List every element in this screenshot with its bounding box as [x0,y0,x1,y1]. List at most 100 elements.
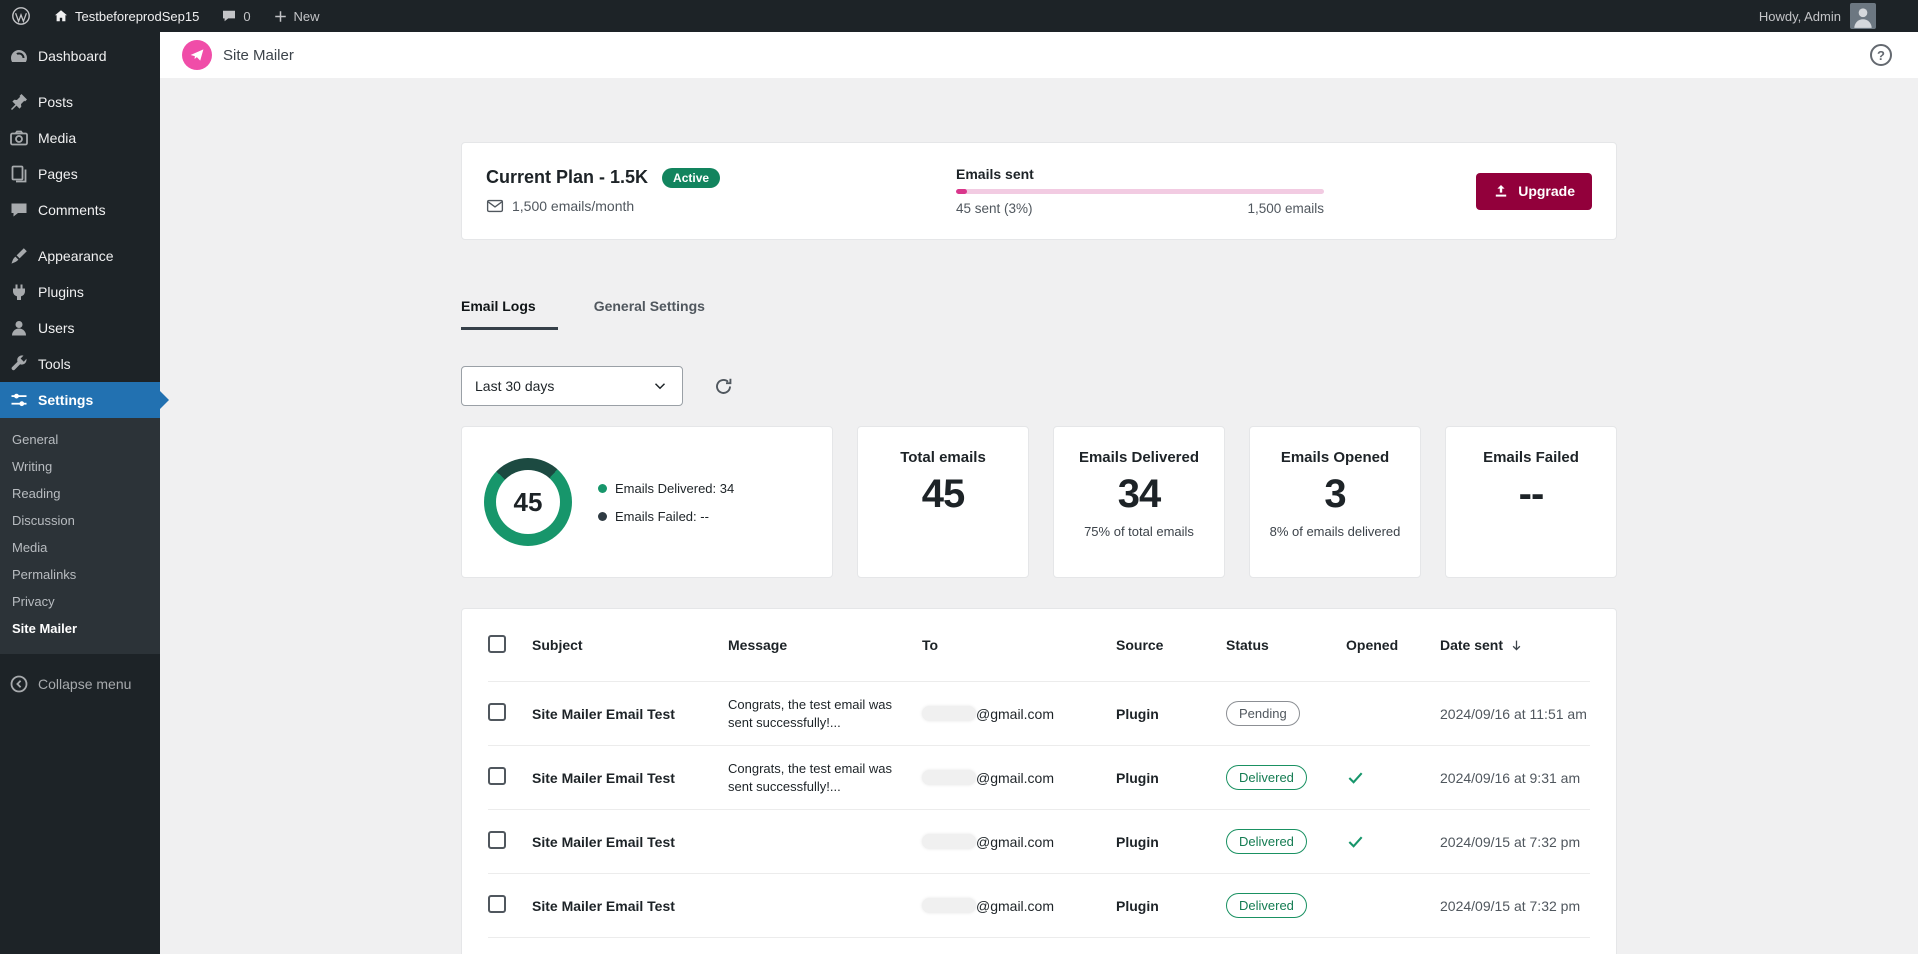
logs-toolbar: Last 30 days [461,366,1617,406]
submenu-item-media[interactable]: Media [0,534,160,561]
admin-bar-left: TestbeforeprodSep15 0 New [0,0,331,32]
envelope-icon [486,197,504,215]
cell-subject: Site Mailer Email Test [532,706,728,722]
tab-general-settings[interactable]: General Settings [594,298,727,330]
help-icon[interactable]: ? [1870,44,1892,66]
stat-value: 45 [858,472,1028,517]
select-all-checkbox[interactable] [488,635,506,653]
cell-opened [1346,768,1440,787]
comment-bubble-icon [221,8,237,24]
sidebar-item-label: Settings [38,392,93,408]
avatar [1850,3,1876,29]
refresh-button[interactable] [709,372,738,401]
col-opened: Opened [1346,637,1440,653]
email-logs-table: Subject Message To Source Status Opened … [461,608,1617,954]
pages-icon [9,164,29,184]
cell-to: @gmail.com [922,770,1116,786]
row-checkbox[interactable] [488,831,506,849]
home-icon [53,8,69,24]
cell-source: Plugin [1116,770,1226,786]
sidebar-item-pages[interactable]: Pages [0,156,160,192]
sidebar-item-label: Appearance [38,248,114,264]
upgrade-label: Upgrade [1518,183,1575,199]
comments-link[interactable]: 0 [210,0,261,32]
status-badge: Delivered [1226,893,1307,918]
submenu-item-site-mailer[interactable]: Site Mailer [0,615,160,642]
sidebar-item-label: Dashboard [38,48,107,64]
submenu-item-discussion[interactable]: Discussion [0,507,160,534]
sidebar-item-label: Plugins [38,284,84,300]
stat-card-emails-failed: Emails Failed -- [1445,426,1617,578]
stat-card-total-emails: Total emails 45 [857,426,1029,578]
sidebar-item-dashboard[interactable]: Dashboard [0,38,160,74]
collapse-arrow-icon [9,674,29,694]
site-name-label: TestbeforeprodSep15 [75,9,199,24]
comments-icon [9,200,29,220]
sort-descending-icon [1509,638,1524,653]
row-checkbox[interactable] [488,703,506,721]
sidebar-item-appearance[interactable]: Appearance [0,238,160,274]
submenu-item-general[interactable]: General [0,426,160,453]
table-row: Site Mailer Email Test @gmail.com Plugin… [488,937,1590,954]
date-range-select[interactable]: Last 30 days [461,366,683,406]
col-status: Status [1226,637,1346,653]
site-name-link[interactable]: TestbeforeprodSep15 [42,0,210,32]
wordpress-logo-icon[interactable] [0,0,42,32]
menu-separator [0,228,160,238]
plan-usage: Emails sent 45 sent (3%) 1,500 emails [956,166,1324,216]
emails-sent-label: Emails sent [956,166,1324,182]
tab-bar: Email Logs General Settings [461,298,1617,330]
sidebar-item-media[interactable]: Media [0,120,160,156]
redacted-email-block [922,706,976,721]
submenu-item-reading[interactable]: Reading [0,480,160,507]
submenu-item-permalinks[interactable]: Permalinks [0,561,160,588]
col-subject: Subject [532,637,728,653]
sidebar-item-comments[interactable]: Comments [0,192,160,228]
stat-subtitle: 8% of emails delivered [1250,524,1420,539]
stat-title: Emails Failed [1446,449,1616,466]
status-badge: Delivered [1226,829,1307,854]
sidebar-item-plugins[interactable]: Plugins [0,274,160,310]
donut-legend: Emails Delivered: 34 Emails Failed: -- [598,481,734,524]
redacted-email-block [922,770,976,785]
plan-quota-text: 1,500 emails/month [512,198,634,214]
limit-text: 1,500 emails [1247,201,1324,216]
row-checkbox[interactable] [488,895,506,913]
col-date-sent-sort[interactable]: Date sent [1440,637,1590,653]
row-checkbox[interactable] [488,767,506,785]
col-date-sent-label: Date sent [1440,637,1503,653]
admin-bar: TestbeforeprodSep15 0 New Howdy, Admin [0,0,1918,32]
sidebar-item-users[interactable]: Users [0,310,160,346]
site-mailer-logo [182,40,212,70]
plan-title: Current Plan - 1.5K [486,167,648,188]
settings-sliders-icon [9,390,29,410]
stat-value: 34 [1054,472,1224,517]
cell-opened [1346,832,1440,851]
sidebar-item-posts[interactable]: Posts [0,84,160,120]
submenu-item-writing[interactable]: Writing [0,453,160,480]
redacted-email-block [922,834,976,849]
dashboard-icon [9,46,29,66]
legend-failed-label: Emails Failed: -- [615,509,709,524]
collapse-menu-button[interactable]: Collapse menu [0,666,160,702]
chevron-down-icon [651,377,669,395]
stats-row: 45 Emails Delivered: 34 Emails Failed: -… [461,426,1617,578]
sidebar-item-tools[interactable]: Tools [0,346,160,382]
collapse-menu-label: Collapse menu [38,676,131,692]
account-menu[interactable]: Howdy, Admin [1759,0,1918,32]
stat-value: -- [1446,472,1616,517]
upgrade-button[interactable]: Upgrade [1476,173,1592,210]
email-domain: @gmail.com [976,834,1054,850]
sidebar-item-settings[interactable]: Settings [0,382,160,418]
cell-subject: Site Mailer Email Test [532,834,728,850]
upgrade-icon [1493,183,1509,199]
main-content: Site Mailer ? Current Plan - 1.5K Active… [160,32,1918,954]
tab-email-logs[interactable]: Email Logs [461,298,558,330]
wrench-icon [9,354,29,374]
howdy-text: Howdy, Admin [1759,9,1841,24]
cell-message: Congrats, the test email was sent succes… [728,760,922,795]
email-domain: @gmail.com [976,770,1054,786]
submenu-item-privacy[interactable]: Privacy [0,588,160,615]
new-content-button[interactable]: New [262,0,331,32]
usage-progress-fill [956,189,967,194]
